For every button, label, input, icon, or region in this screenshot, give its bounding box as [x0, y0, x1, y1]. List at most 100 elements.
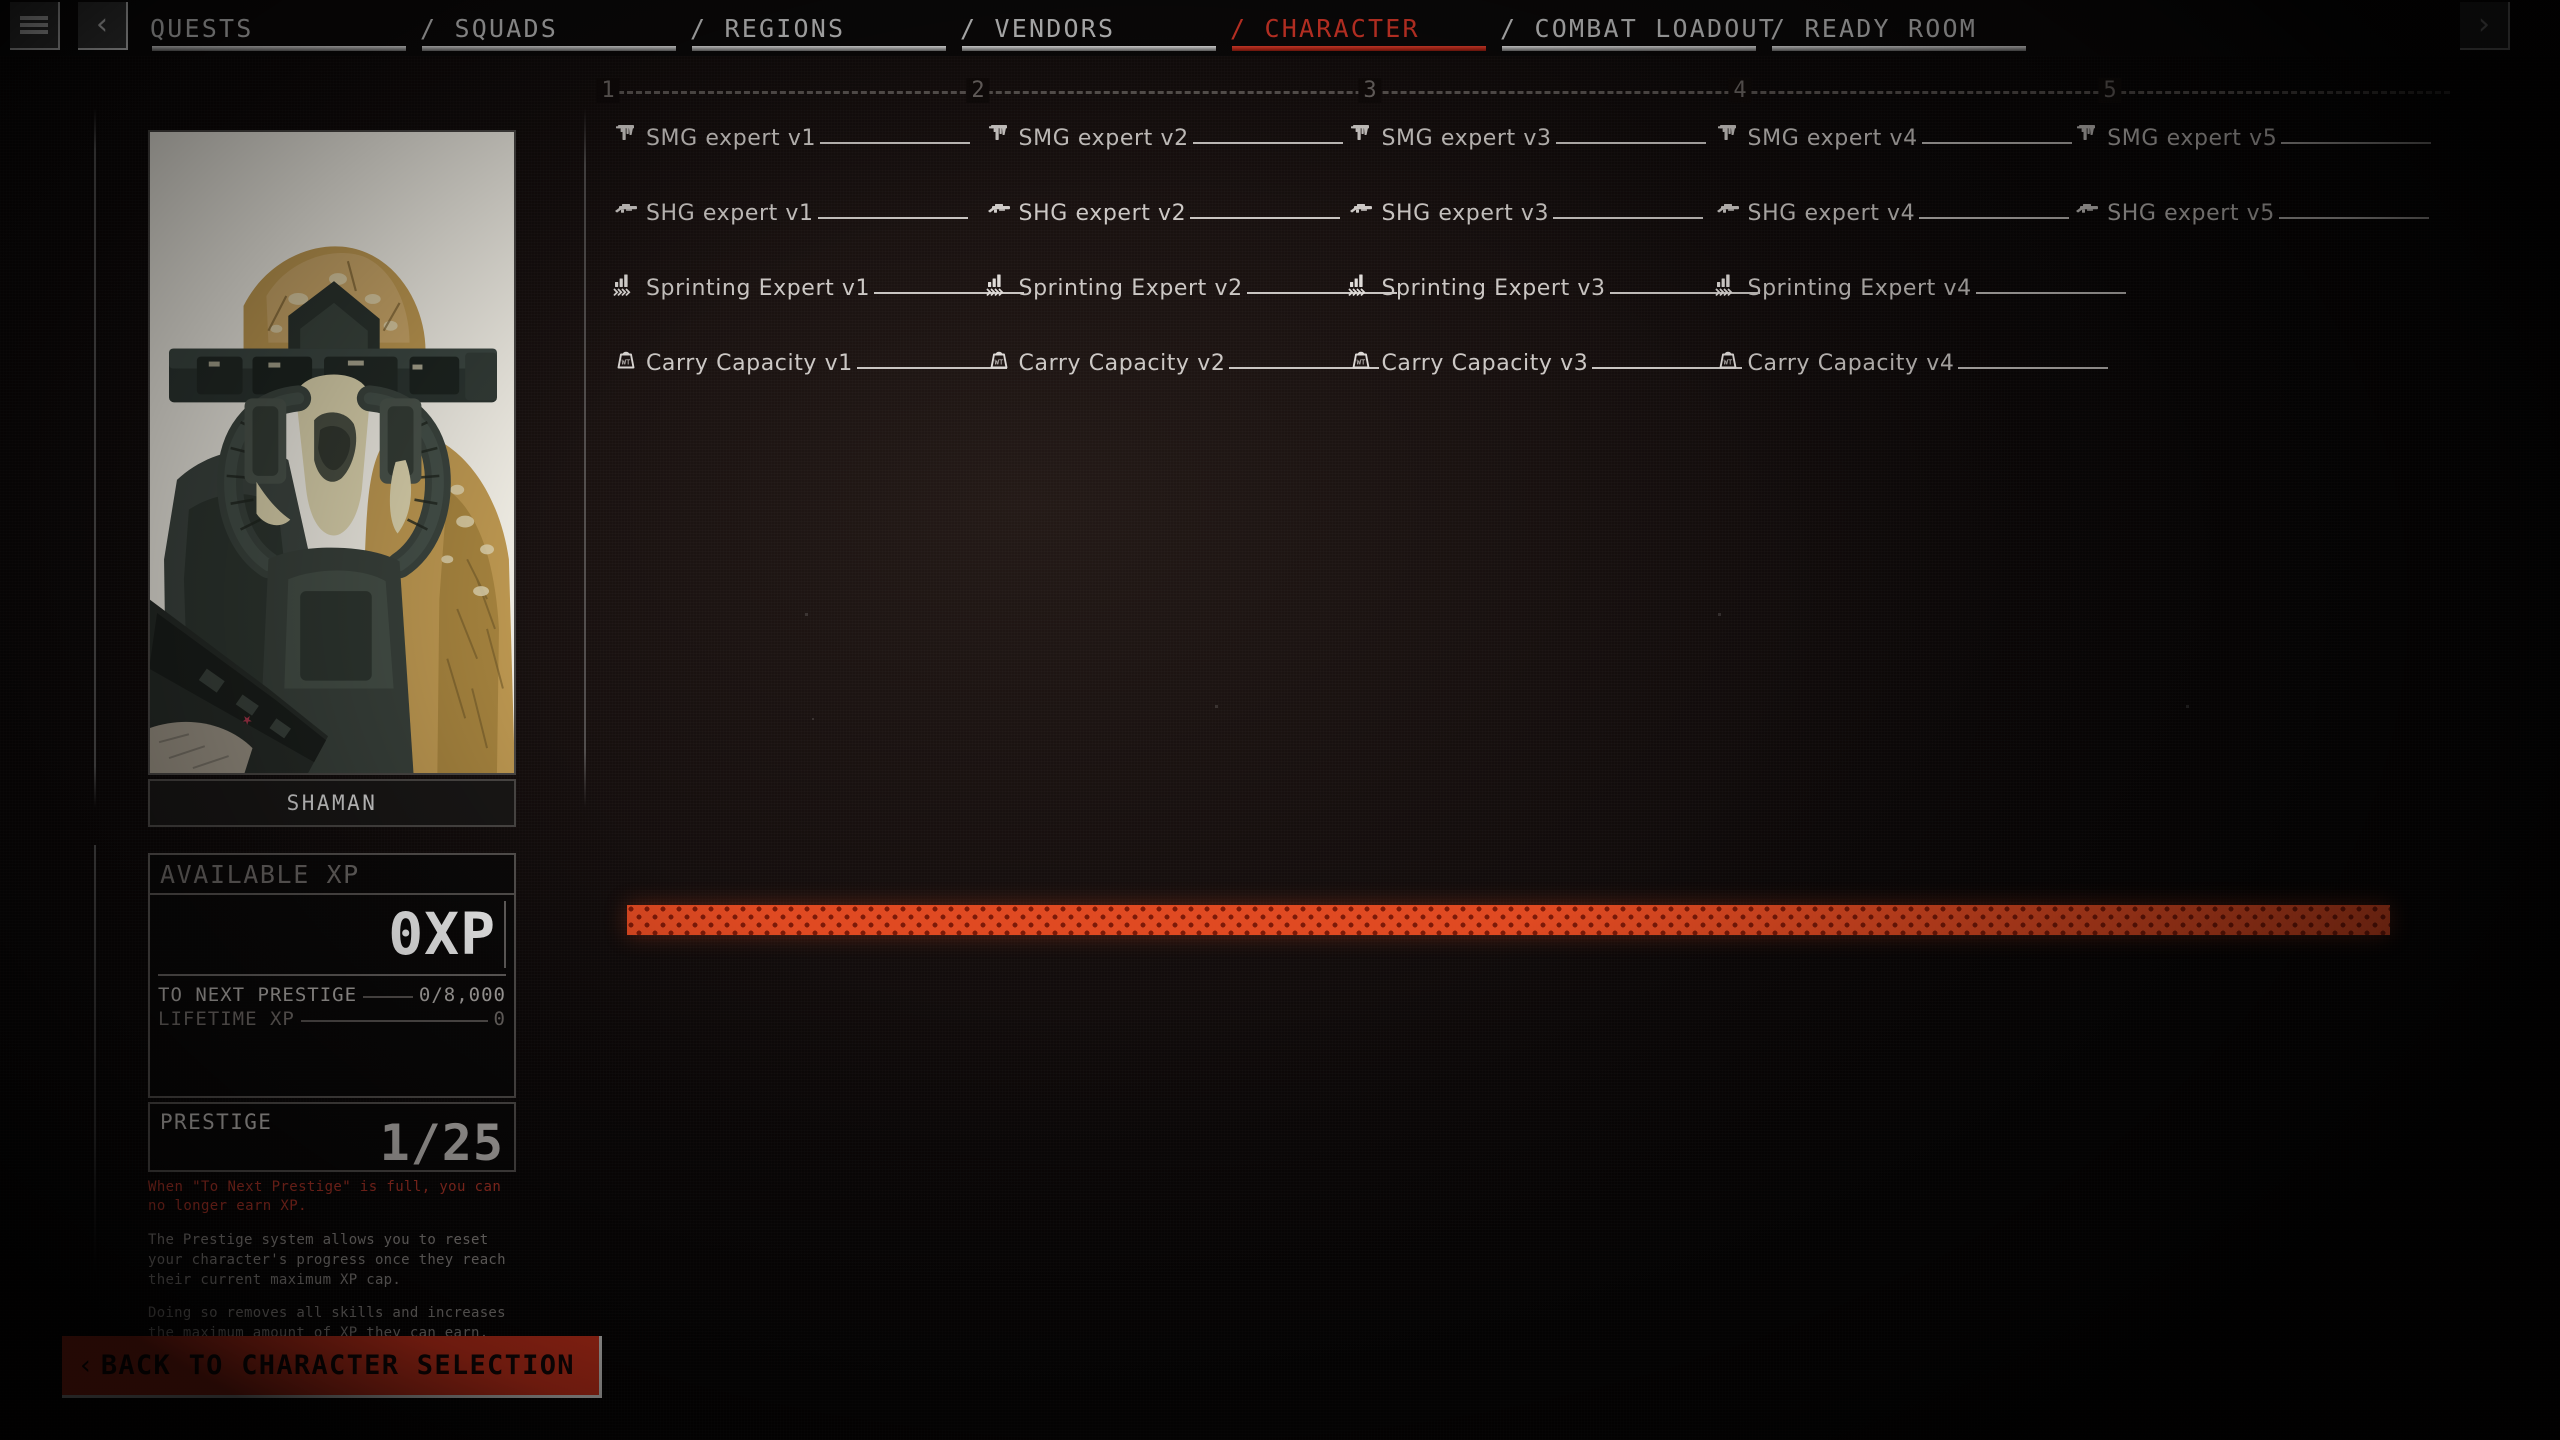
- skill-node[interactable]: SMG expert v4: [1715, 120, 2072, 151]
- chevron-left-icon: ‹: [96, 7, 108, 42]
- tab-vendors[interactable]: / VENDORS: [950, 0, 1220, 56]
- skill-node[interactable]: WT Carry Capacity v1: [613, 347, 1007, 376]
- skill-row: SMG expert v1 SMG expert v2 SMG expert v3 S…: [600, 122, 2450, 197]
- skill-node[interactable]: SMG expert v1: [613, 122, 971, 151]
- svg-text:WT: WT: [622, 358, 631, 367]
- shotgun-icon: [1715, 195, 1741, 221]
- weight-icon: WT: [1715, 345, 1741, 371]
- sidebar-divider: [94, 108, 96, 808]
- weight-icon: WT: [1348, 345, 1374, 371]
- skill-progress-line: [1975, 292, 2126, 294]
- character-screen: ‹ QUESTS / SQUADS / REGIONS / VENDORS / CHAR…: [0, 0, 2560, 1440]
- prestige-panel: PRESTIGE 1/25: [148, 1101, 516, 1172]
- smg-icon: [986, 120, 1012, 146]
- skill-node[interactable]: WT Carry Capacity v4: [1715, 345, 2109, 376]
- tab-character[interactable]: / CHARACTER: [1220, 0, 1490, 56]
- skill-node[interactable]: Sprinting Expert v3: [1348, 272, 1760, 301]
- smg-icon: [2074, 120, 2100, 146]
- tier-marker-5: 5: [2098, 78, 2122, 103]
- weight-icon: WT: [986, 345, 1012, 371]
- character-name: SHAMAN: [286, 791, 378, 815]
- tab-regions[interactable]: / REGIONS: [680, 0, 950, 56]
- skill-label: SHG expert v4: [1747, 201, 1916, 226]
- skill-node[interactable]: Sprinting Expert v2: [986, 270, 1397, 301]
- skill-row: Sprinting Expert v1 Sprinting Expert v2 Sp…: [600, 272, 2450, 347]
- tab-combat-loadout[interactable]: / COMBAT LOADOUT: [1490, 0, 1774, 56]
- tab-label: QUESTS: [150, 13, 254, 43]
- skill-label: Carry Capacity v2: [1018, 351, 1226, 376]
- skill-label: Sprinting Expert v3: [1381, 276, 1606, 301]
- skill-row: WT Carry Capacity v1 WT Carry Capacity v2 WT…: [600, 347, 2450, 422]
- tab-label: / SQUADS: [420, 13, 559, 43]
- to-next-prestige-row: TO NEXT PRESTIGE 0/8,000: [158, 984, 506, 1006]
- skill-node[interactable]: WT Carry Capacity v2: [986, 345, 1380, 376]
- hamburger-menu-icon: [20, 16, 48, 20]
- back-button-label: BACK TO CHARACTER SELECTION: [100, 1350, 575, 1381]
- skill-node[interactable]: SHG expert v4: [1715, 195, 2070, 226]
- skill-label: Carry Capacity v3: [1381, 351, 1589, 376]
- shotgun-icon: [2074, 195, 2100, 221]
- tab-list: QUESTS / SQUADS / REGIONS / VENDORS / CHARAC…: [140, 0, 2450, 56]
- available-xp-value: 0XP: [158, 901, 506, 968]
- tab-quests[interactable]: QUESTS: [140, 0, 410, 56]
- svg-text:WT: WT: [1357, 358, 1366, 367]
- character-portrait[interactable]: ★: [148, 130, 516, 775]
- hamburger-menu-button[interactable]: [10, 2, 60, 50]
- skill-label: Sprinting Expert v2: [1018, 276, 1243, 301]
- skill-progress-line: [856, 367, 1007, 369]
- prestige-label: PRESTIGE: [160, 1109, 273, 1134]
- skill-progress-line: [1919, 217, 2070, 219]
- skill-progress-line: [1921, 142, 2072, 144]
- smg-icon: [1715, 120, 1741, 146]
- skill-node[interactable]: WT Carry Capacity v3: [1348, 345, 1743, 376]
- prestige-value: 1/25: [379, 1113, 504, 1172]
- skill-label: Carry Capacity v1: [645, 351, 853, 376]
- tab-underline: [422, 46, 676, 51]
- previous-tab-button[interactable]: ‹: [78, 2, 128, 50]
- skill-node[interactable]: SHG expert v5: [2074, 195, 2429, 226]
- portrait-right-divider: [584, 108, 586, 808]
- xp-progress-bar: [627, 905, 2390, 935]
- skill-node[interactable]: Sprinting Expert v4: [1715, 272, 2126, 301]
- skill-node[interactable]: SMG expert v2: [986, 120, 1343, 151]
- tier-marker-3: 3: [1358, 78, 1382, 103]
- skill-node[interactable]: SHG expert v2: [986, 195, 1341, 226]
- skill-label: SMG expert v1: [645, 126, 817, 151]
- shotgun-icon: [1348, 195, 1374, 221]
- tab-ready-room[interactable]: / READY ROOM: [1760, 0, 2030, 56]
- skill-progress-line: [1555, 142, 1706, 144]
- skill-node[interactable]: SMG expert v5: [2074, 120, 2432, 151]
- top-navigation-bar: ‹ QUESTS / SQUADS / REGIONS / VENDORS / CHAR…: [0, 0, 2560, 56]
- skill-tree: 12345 SMG expert v1 SMG expert v2 SMG expe…: [596, 78, 2450, 898]
- sprint-icon: [986, 270, 1012, 296]
- chevron-left-icon: ‹: [80, 1350, 91, 1381]
- skill-label: Sprinting Expert v4: [1747, 276, 1972, 301]
- skill-label: SMG expert v4: [1747, 126, 1918, 151]
- skill-label: Carry Capacity v4: [1747, 351, 1955, 376]
- tab-underline: [152, 46, 406, 51]
- skill-node[interactable]: SMG expert v3: [1348, 120, 1706, 151]
- skill-progress-line: [817, 217, 968, 219]
- tier-marker-1: 1: [596, 78, 620, 103]
- skill-progress-line: [2281, 142, 2432, 144]
- sidebar-divider-lower: [94, 845, 96, 1275]
- skill-progress-line: [2278, 217, 2429, 219]
- dotted-fill: [300, 1019, 488, 1022]
- shotgun-icon: [986, 195, 1012, 221]
- tab-label: / VENDORS: [960, 13, 1116, 43]
- skill-node[interactable]: SHG expert v3: [1348, 195, 1704, 226]
- skill-label: SMG expert v2: [1018, 126, 1189, 151]
- skill-node[interactable]: Sprinting Expert v1: [613, 270, 1025, 301]
- chevron-right-icon: ›: [2478, 7, 2490, 42]
- skill-node[interactable]: SHG expert v1: [613, 197, 968, 226]
- back-to-character-selection-button[interactable]: ‹ BACK TO CHARACTER SELECTION: [62, 1336, 602, 1398]
- skill-progress-line: [1553, 217, 1704, 219]
- smg-icon: [1348, 120, 1374, 146]
- tab-label: / REGIONS: [690, 13, 846, 43]
- tab-label: / READY ROOM: [1770, 13, 1978, 43]
- tab-squads[interactable]: / SQUADS: [410, 0, 680, 56]
- sprint-icon: [613, 270, 639, 296]
- next-tab-button[interactable]: ›: [2460, 2, 2510, 50]
- tab-underline: [692, 46, 946, 51]
- lifetime-xp-label: LIFETIME XP: [158, 1007, 295, 1030]
